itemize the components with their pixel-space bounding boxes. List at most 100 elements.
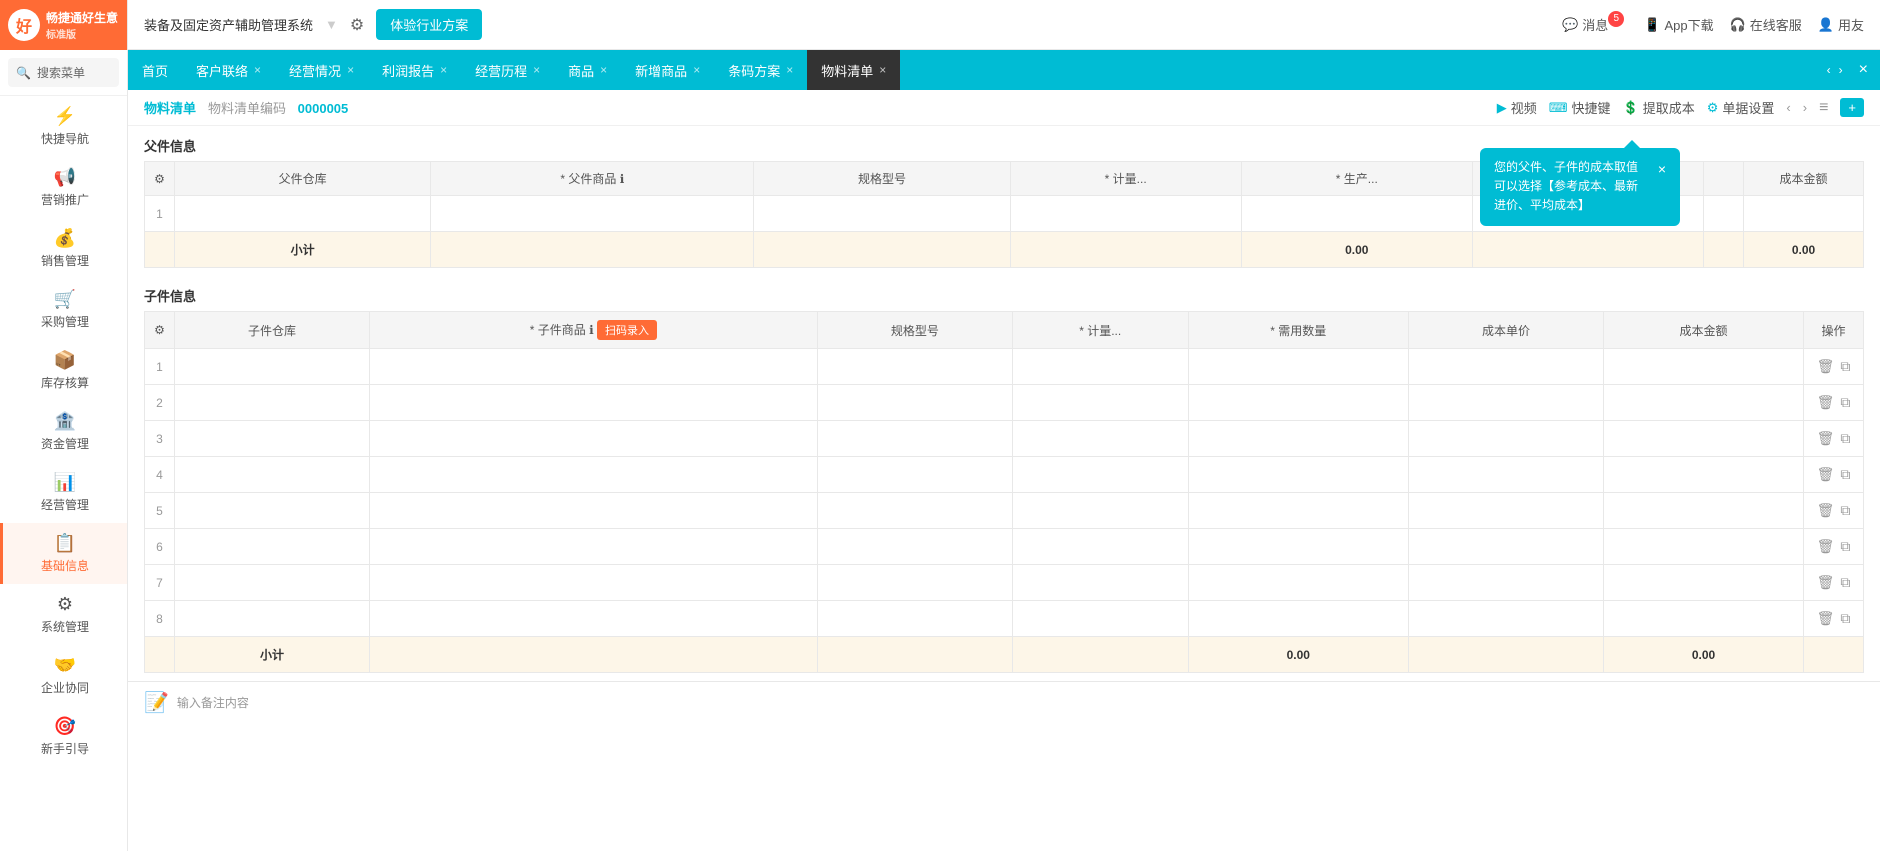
child-cell-unit-cost[interactable] xyxy=(1409,601,1604,637)
child-cell-spec[interactable] xyxy=(817,565,1012,601)
sidebar-item-inventory[interactable]: 📦 库存核算 xyxy=(0,340,127,401)
copy-row-button[interactable]: ⧉ xyxy=(1840,466,1850,483)
child-cell-warehouse[interactable] xyxy=(175,457,370,493)
copy-row-button[interactable]: ⧉ xyxy=(1840,358,1850,375)
tab-new-goods[interactable]: 新增商品 × xyxy=(621,50,714,90)
child-cell-qty[interactable] xyxy=(1188,349,1408,385)
close-all-tabs[interactable]: × xyxy=(1847,61,1880,79)
child-cell-warehouse[interactable] xyxy=(175,601,370,637)
child-cell-goods[interactable] xyxy=(369,565,817,601)
parent-cell-warehouse[interactable] xyxy=(175,196,431,232)
child-cell-unit-cost[interactable] xyxy=(1409,565,1604,601)
tab-goods[interactable]: 商品 × xyxy=(554,50,621,90)
tab-close-profit[interactable]: × xyxy=(440,63,447,77)
parent-cell-unit[interactable] xyxy=(1010,196,1241,232)
child-cell-unit[interactable] xyxy=(1012,601,1188,637)
child-cell-unit[interactable] xyxy=(1012,457,1188,493)
child-cell-qty[interactable] xyxy=(1188,565,1408,601)
tab-operations[interactable]: 经营情况 × xyxy=(275,50,368,90)
child-cell-spec[interactable] xyxy=(817,385,1012,421)
sidebar-item-purchase[interactable]: 🛒 采购管理 xyxy=(0,279,127,340)
child-cell-warehouse[interactable] xyxy=(175,529,370,565)
child-cell-spec[interactable] xyxy=(817,349,1012,385)
parent-cell-spec[interactable] xyxy=(754,196,1010,232)
child-cell-unit[interactable] xyxy=(1012,385,1188,421)
tab-customer[interactable]: 客户联络 × xyxy=(182,50,275,90)
tab-close-goods[interactable]: × xyxy=(600,63,607,77)
user-button[interactable]: 👤 用友 xyxy=(1818,15,1864,34)
tab-close-barcode[interactable]: × xyxy=(786,63,793,77)
copy-row-button[interactable]: ⧉ xyxy=(1840,430,1850,447)
child-cell-goods[interactable] xyxy=(369,529,817,565)
copy-row-button[interactable]: ⧉ xyxy=(1840,610,1850,627)
add-record-btn[interactable]: + xyxy=(1840,98,1864,117)
child-cell-unit[interactable] xyxy=(1012,565,1188,601)
single-settings-action[interactable]: ⚙ 单据设置 xyxy=(1707,98,1775,117)
sidebar-item-guide[interactable]: 🎯 新手引导 xyxy=(0,706,127,767)
delete-row-button[interactable]: 🗑 xyxy=(1817,538,1835,555)
delete-row-button[interactable]: 🗑 xyxy=(1817,574,1835,591)
tooltip-close-button[interactable]: × xyxy=(1658,158,1666,180)
child-cell-unit-cost[interactable] xyxy=(1409,385,1604,421)
nav-next-arrow[interactable]: › xyxy=(1835,63,1847,77)
child-cell-qty[interactable] xyxy=(1188,457,1408,493)
sidebar-item-quick-nav[interactable]: ⚡ 快捷导航 xyxy=(0,96,127,157)
delete-row-button[interactable]: 🗑 xyxy=(1817,394,1835,411)
child-cell-goods[interactable] xyxy=(369,601,817,637)
nav-next-btn[interactable]: › xyxy=(1803,100,1807,115)
list-view-btn[interactable]: ≡ xyxy=(1819,99,1828,117)
child-cell-qty[interactable] xyxy=(1188,385,1408,421)
copy-row-button[interactable]: ⧉ xyxy=(1840,502,1850,519)
sidebar-item-basic-info[interactable]: 📋 基础信息 xyxy=(0,523,127,584)
child-cell-warehouse[interactable] xyxy=(175,421,370,457)
child-cell-unit[interactable] xyxy=(1012,529,1188,565)
parent-col-settings[interactable]: ⚙ xyxy=(145,162,175,196)
nav-prev-btn[interactable]: ‹ xyxy=(1786,100,1790,115)
tab-close-history[interactable]: × xyxy=(533,63,540,77)
child-cell-goods[interactable] xyxy=(369,457,817,493)
settings-icon[interactable]: ⚙ xyxy=(350,15,364,35)
child-cell-unit[interactable] xyxy=(1012,349,1188,385)
delete-row-button[interactable]: 🗑 xyxy=(1817,358,1835,375)
sidebar-item-marketing[interactable]: 📢 营销推广 xyxy=(0,157,127,218)
sidebar-item-system[interactable]: ⚙ 系统管理 xyxy=(0,584,127,645)
breadcrumb-bom[interactable]: 物料清单 xyxy=(144,98,196,117)
copy-row-button[interactable]: ⧉ xyxy=(1840,574,1850,591)
child-cell-spec[interactable] xyxy=(817,601,1012,637)
delete-row-button[interactable]: 🗑 xyxy=(1817,610,1835,627)
child-cell-goods[interactable] xyxy=(369,385,817,421)
copy-row-button[interactable]: ⧉ xyxy=(1840,394,1850,411)
child-cell-goods[interactable] xyxy=(369,421,817,457)
copy-row-button[interactable]: ⧉ xyxy=(1840,538,1850,555)
extract-cost-action[interactable]: 💲 提取成本 xyxy=(1623,98,1695,117)
child-cell-goods[interactable] xyxy=(369,349,817,385)
message-button[interactable]: 💬 消息 5 xyxy=(1562,15,1628,34)
child-cell-qty[interactable] xyxy=(1188,529,1408,565)
child-cell-goods[interactable] xyxy=(369,493,817,529)
child-col-settings[interactable]: ⚙ xyxy=(145,312,175,349)
child-cell-warehouse[interactable] xyxy=(175,493,370,529)
child-cell-unit-cost[interactable] xyxy=(1409,349,1604,385)
tab-home[interactable]: 首页 xyxy=(128,50,182,90)
child-cell-unit[interactable] xyxy=(1012,421,1188,457)
child-cell-unit-cost[interactable] xyxy=(1409,493,1604,529)
parent-cell-production[interactable] xyxy=(1241,196,1472,232)
sidebar-item-finance[interactable]: 🏦 资金管理 xyxy=(0,401,127,462)
child-cell-spec[interactable] xyxy=(817,421,1012,457)
tab-history[interactable]: 经营历程 × xyxy=(461,50,554,90)
child-cell-qty[interactable] xyxy=(1188,601,1408,637)
scan-input-button[interactable]: 扫码录入 xyxy=(597,320,657,340)
child-cell-unit[interactable] xyxy=(1012,493,1188,529)
parent-cell-goods[interactable] xyxy=(431,196,754,232)
sidebar-item-enterprise[interactable]: 🤝 企业协同 xyxy=(0,645,127,706)
delete-row-button[interactable]: 🗑 xyxy=(1817,502,1835,519)
child-cell-unit-cost[interactable] xyxy=(1409,529,1604,565)
tab-close-new-goods[interactable]: × xyxy=(693,63,700,77)
video-action[interactable]: ▶ 视频 xyxy=(1497,98,1537,117)
tab-close-customer[interactable]: × xyxy=(254,63,261,77)
child-cell-warehouse[interactable] xyxy=(175,349,370,385)
tab-bom[interactable]: 物料清单 × xyxy=(807,50,900,90)
child-cell-warehouse[interactable] xyxy=(175,565,370,601)
sidebar-item-sales[interactable]: 💰 销售管理 xyxy=(0,218,127,279)
child-cell-unit-cost[interactable] xyxy=(1409,457,1604,493)
